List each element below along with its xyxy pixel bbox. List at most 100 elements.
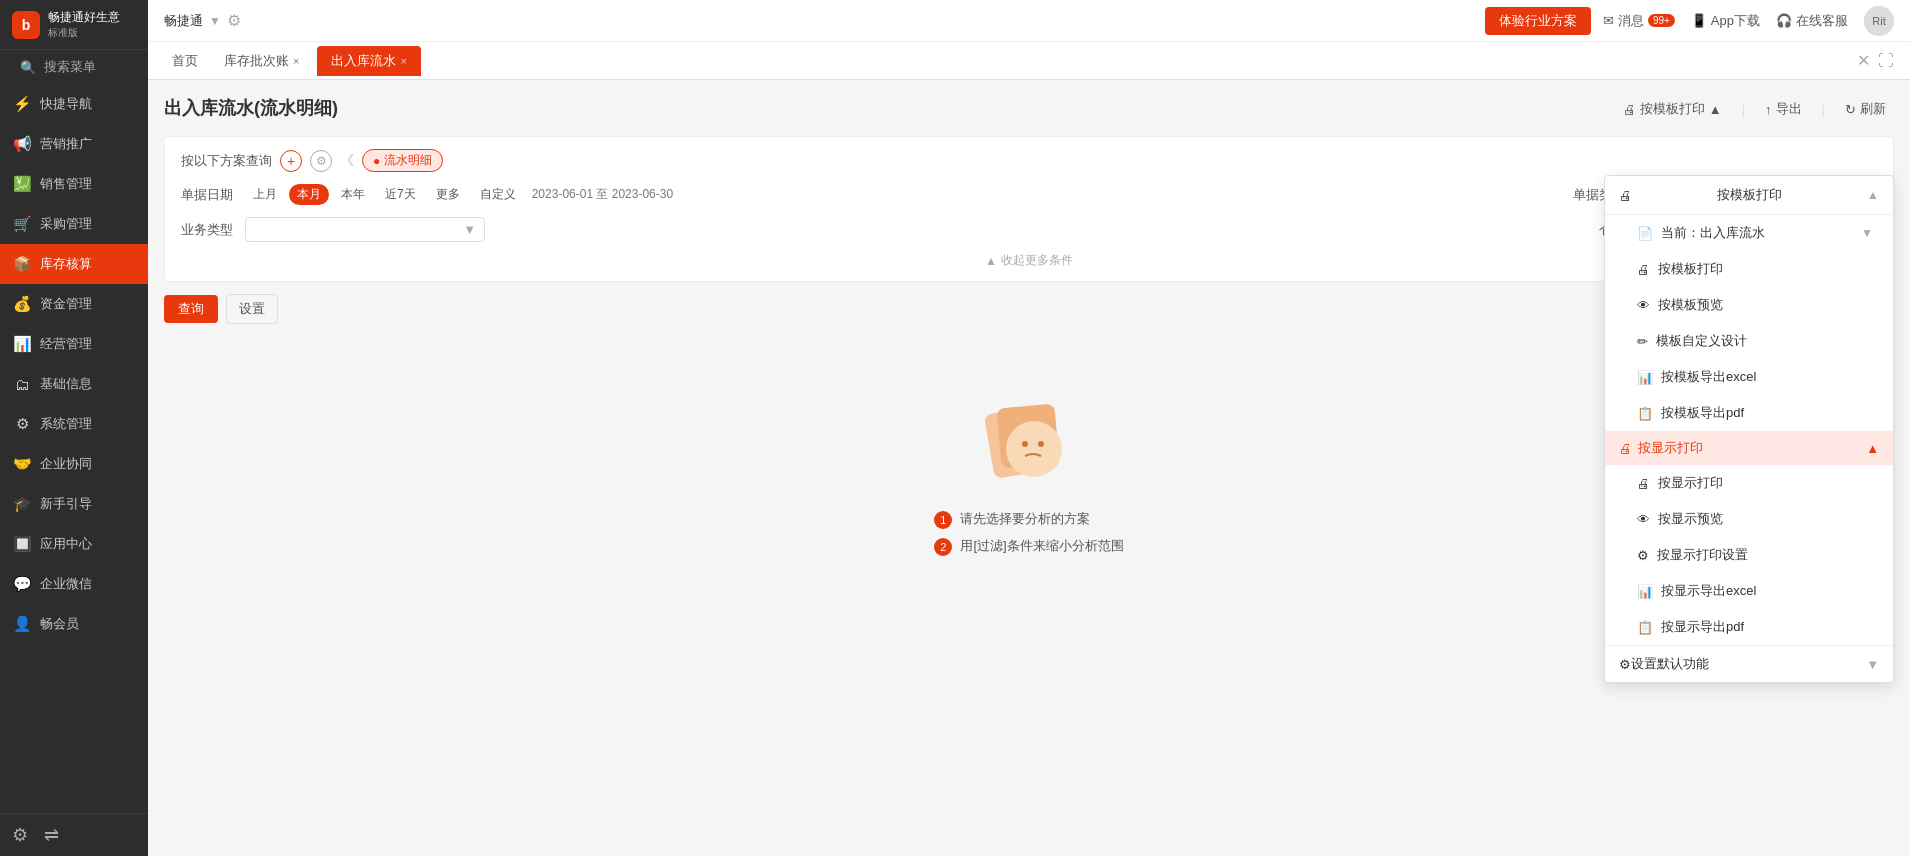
refresh-button[interactable]: ↻ 刷新 <box>1837 96 1894 122</box>
refresh-icon: ↻ <box>1845 102 1856 117</box>
query-button[interactable]: 查询 <box>164 295 218 323</box>
trial-button[interactable]: 体验行业方案 <box>1485 7 1591 35</box>
business-type-select[interactable]: ▼ <box>245 217 485 242</box>
dropdown-template-export-pdf[interactable]: 📋 按模板导出pdf <box>1605 395 1893 431</box>
dropdown-display-print[interactable]: 🖨 按显示打印 <box>1605 465 1893 501</box>
sidebar-item-basic[interactable]: 🗂 基础信息 <box>0 364 148 404</box>
sidebar-item-inventory[interactable]: 📦 库存核算 <box>0 244 148 284</box>
chip-icon: ● <box>373 154 380 168</box>
display-pdf-icon: 📋 <box>1637 620 1653 635</box>
app-logo: b 畅捷通好生意 标准版 <box>0 0 148 50</box>
user-info: 畅捷通 ▼ ⚙ <box>164 11 1473 30</box>
page-body: 出入库流水(流水明细) 🖨 按模板打印 ▲ | ↑ 导出 | ↻ 刷新 按以下方… <box>148 80 1910 856</box>
tab-flow-close[interactable]: × <box>400 55 406 67</box>
sales-icon: 💹 <box>12 175 32 193</box>
system-icon: ⚙ <box>12 415 32 433</box>
date-btn-this-month[interactable]: 本月 <box>289 184 329 205</box>
filter-chip[interactable]: ● 流水明细 <box>362 149 443 172</box>
date-range: 2023-06-01 至 2023-06-30 <box>532 186 673 203</box>
search-menu-item[interactable]: 🔍 搜索菜单 <box>0 50 148 84</box>
dropdown-display-section[interactable]: 🖨 按显示打印 ▲ <box>1605 431 1893 465</box>
footer-settings-icon: ⚙ <box>1619 657 1631 672</box>
purchase-icon: 🛒 <box>12 215 32 233</box>
topbar-right: ✉ 消息 99+ 📱 App下载 🎧 在线客服 Rit <box>1603 6 1894 36</box>
settings-button[interactable]: 设置 <box>226 294 278 324</box>
empty-icon <box>979 394 1079 494</box>
sidebar-item-corp[interactable]: 🤝 企业协同 <box>0 444 148 484</box>
operation-icon: 📊 <box>12 335 32 353</box>
filter-collapse-icon[interactable]: 《 <box>340 152 354 170</box>
dropdown-footer[interactable]: ⚙ 设置默认功能 ▼ <box>1605 645 1893 682</box>
sidebar-item-system[interactable]: ⚙ 系统管理 <box>0 404 148 444</box>
dropdown-template-print[interactable]: 🖨 按模板打印 <box>1605 251 1893 287</box>
phone-icon: 📱 <box>1691 13 1707 28</box>
gear-icon[interactable]: ⚙ <box>227 11 241 30</box>
template-print-icon: 🖨 <box>1637 262 1650 277</box>
close-window-icon[interactable]: ✕ <box>1857 51 1870 70</box>
dropdown-display-export-pdf[interactable]: 📋 按显示导出pdf <box>1605 609 1893 645</box>
avatar[interactable]: Rit <box>1864 6 1894 36</box>
corp-icon: 🤝 <box>12 455 32 473</box>
settings-icon[interactable]: ⚙ <box>12 824 28 846</box>
sidebar-item-marketing[interactable]: 📢 营销推广 <box>0 124 148 164</box>
date-buttons: 上月 本月 本年 近7天 更多 自定义 2023-06-01 至 2023-06… <box>245 184 673 205</box>
chevron-up-icon: ▲ <box>1709 102 1722 117</box>
dropdown-display-preview[interactable]: 👁 按显示预览 <box>1605 501 1893 537</box>
message-badge: 99+ <box>1648 14 1675 27</box>
tab-flow[interactable]: 出入库流水 × <box>317 46 420 76</box>
template-preview-icon: 👁 <box>1637 298 1650 313</box>
filter-add-button[interactable]: + <box>280 150 302 172</box>
date-btn-this-year[interactable]: 本年 <box>333 184 373 205</box>
template-print-dropdown: 🖨 按模板打印 ▲ 📄 当前：出入库流水 ▼ 🖨 按模板打印 👁 按模板预览 ✏… <box>1604 175 1894 683</box>
sidebar-item-operation[interactable]: 📊 经营管理 <box>0 324 148 364</box>
sidebar-item-apps[interactable]: 🔲 应用中心 <box>0 524 148 564</box>
message-button[interactable]: ✉ 消息 99+ <box>1603 12 1675 30</box>
template-print-button[interactable]: 🖨 按模板打印 ▲ <box>1615 96 1730 122</box>
hint-item-1: 1 请先选择要分析的方案 <box>934 510 1123 529</box>
tab-batch-account-close[interactable]: × <box>293 55 299 67</box>
business-type-caret: ▼ <box>463 222 476 237</box>
template-pdf-icon: 📋 <box>1637 406 1653 421</box>
sidebar-bottom: ⚙ ⇌ <box>0 813 148 856</box>
online-service-button[interactable]: 🎧 在线客服 <box>1776 12 1848 30</box>
footer-arrow: ▼ <box>1866 657 1879 672</box>
date-btn-custom[interactable]: 自定义 <box>472 184 524 205</box>
maximize-window-icon[interactable]: ⛶ <box>1878 52 1894 70</box>
svg-point-3 <box>1022 441 1028 447</box>
headset-icon: 🎧 <box>1776 13 1792 28</box>
display-print-section-icon: 🖨 <box>1619 441 1632 456</box>
date-btn-last-month[interactable]: 上月 <box>245 184 285 205</box>
dropdown-display-print-settings[interactable]: ⚙ 按显示打印设置 <box>1605 537 1893 573</box>
filter-settings-button[interactable]: ⚙ <box>310 150 332 172</box>
user-name: 畅捷通 <box>164 12 203 30</box>
tab-home[interactable]: 首页 <box>164 46 206 76</box>
toggle-sidebar-icon[interactable]: ⇌ <box>44 824 59 846</box>
tabbar: 首页 库存批次账 × 出入库流水 × ✕ ⛶ <box>148 42 1910 80</box>
sidebar-item-sales[interactable]: 💹 销售管理 <box>0 164 148 204</box>
sidebar-item-guide[interactable]: 🎓 新手引导 <box>0 484 148 524</box>
date-label: 单据日期 <box>181 186 233 204</box>
dropdown-template-preview[interactable]: 👁 按模板预览 <box>1605 287 1893 323</box>
member-icon: 👤 <box>12 615 32 633</box>
search-icon: 🔍 <box>20 60 36 75</box>
guide-icon: 🎓 <box>12 495 32 513</box>
dropdown-template-export-excel[interactable]: 📊 按模板导出excel <box>1605 359 1893 395</box>
sidebar-item-quick-nav[interactable]: ⚡ 快捷导航 <box>0 84 148 124</box>
date-btn-7days[interactable]: 近7天 <box>377 184 424 205</box>
dropdown-display-export-excel[interactable]: 📊 按显示导出excel <box>1605 573 1893 609</box>
sidebar-item-member[interactable]: 👤 畅会员 <box>0 604 148 644</box>
empty-hints: 1 请先选择要分析的方案 2 用[过滤]条件来缩小分析范围 <box>934 510 1123 564</box>
app-download-button[interactable]: 📱 App下载 <box>1691 12 1760 30</box>
sidebar-item-wechat[interactable]: 💬 企业微信 <box>0 564 148 604</box>
dropdown-current-template[interactable]: 📄 当前：出入库流水 ▼ <box>1605 215 1893 251</box>
sidebar-item-finance[interactable]: 💰 资金管理 <box>0 284 148 324</box>
user-dropdown-icon[interactable]: ▼ <box>209 14 221 28</box>
wechat-icon: 💬 <box>12 575 32 593</box>
svg-point-2 <box>1006 421 1062 477</box>
dropdown-template-custom[interactable]: ✏ 模板自定义设计 <box>1605 323 1893 359</box>
date-btn-more[interactable]: 更多 <box>428 184 468 205</box>
export-button[interactable]: ↑ 导出 <box>1757 96 1810 122</box>
current-template-icon: 📄 <box>1637 226 1653 241</box>
tab-batch-account[interactable]: 库存批次账 × <box>210 46 313 76</box>
sidebar-item-purchase[interactable]: 🛒 采购管理 <box>0 204 148 244</box>
